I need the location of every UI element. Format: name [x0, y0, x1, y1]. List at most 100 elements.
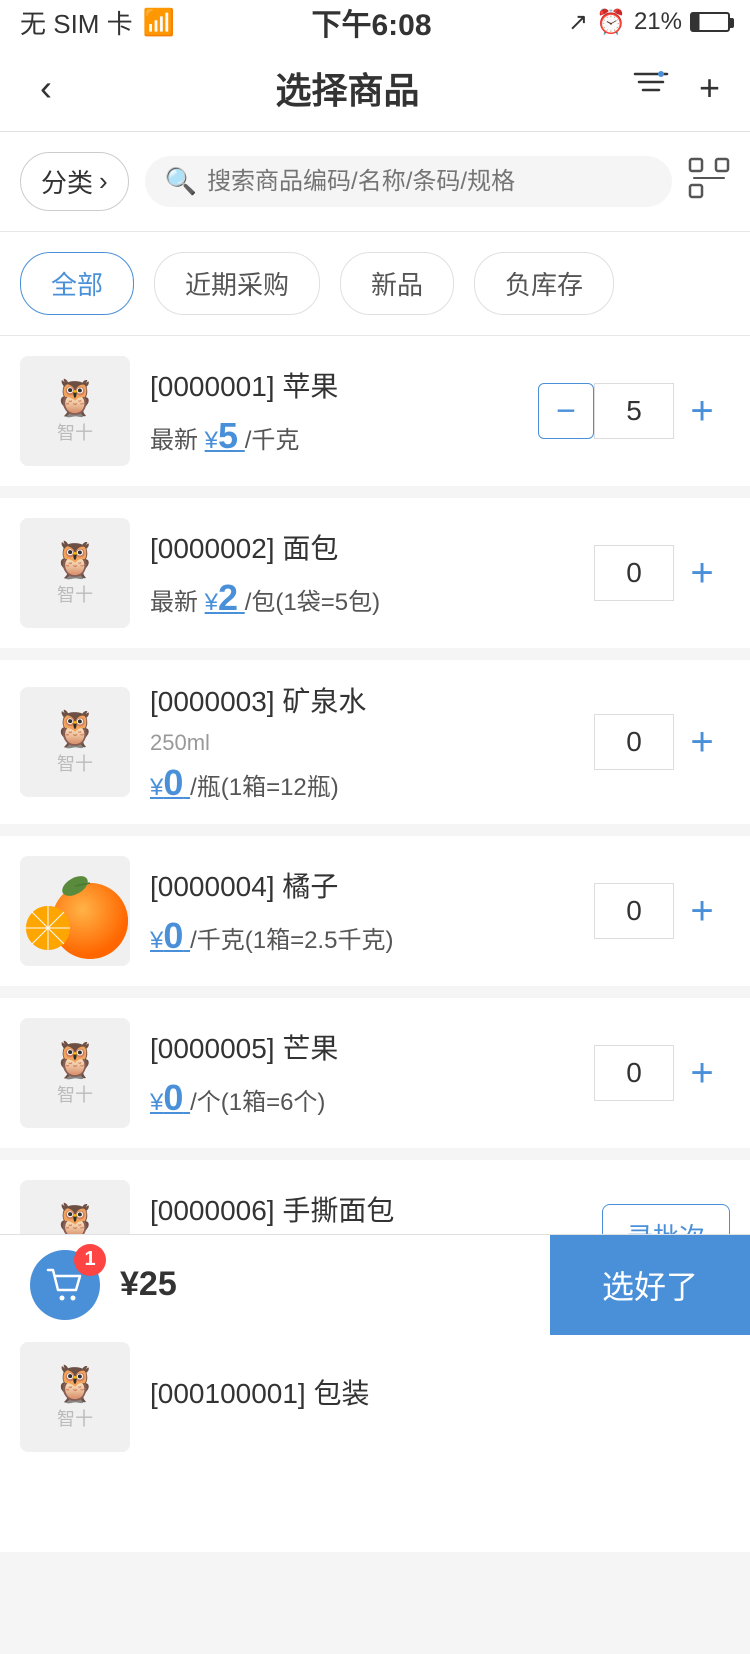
quantity-input-0000002[interactable]: [594, 545, 674, 601]
product-item-000100001: 🦉 智十 [000100001] 包装: [0, 1322, 750, 1552]
price-unit: /千克: [245, 427, 300, 454]
product-name-0000005: [0000005] 芒果: [150, 1027, 574, 1067]
price-number: 2: [218, 577, 238, 618]
quantity-plus-0000005[interactable]: +: [674, 1045, 730, 1101]
product-image-0000003: 🦉 智十: [20, 687, 130, 797]
product-info-0000005: [0000005] 芒果 ¥0 /个(1箱=6个): [130, 1027, 594, 1119]
product-name-0000002: [0000002] 面包: [150, 527, 574, 567]
product-item-0000001: 🦉 智十 [0000001] 苹果 最新 ¥5 /千克 − +: [0, 336, 750, 486]
category-arrow: ›: [99, 166, 108, 197]
wifi-icon: 📶: [143, 7, 175, 38]
status-left: 无 SIM 卡 📶: [20, 4, 175, 41]
currency-symbol: ¥: [150, 927, 163, 954]
owl-icon: 🦉: [53, 377, 98, 419]
currency-symbol: ¥: [150, 774, 163, 801]
cart-button[interactable]: 1: [30, 1250, 100, 1320]
product-name-0000003: [0000003] 矿泉水: [150, 680, 574, 720]
back-button[interactable]: ‹: [30, 57, 62, 119]
price-unit: /包(1袋=5包): [245, 589, 380, 616]
product-list: 🦉 智十 [0000001] 苹果 最新 ¥5 /千克 − + 🦉: [0, 336, 750, 1552]
quantity-control-0000001: − +: [538, 383, 730, 439]
search-icon: 🔍: [165, 166, 197, 197]
battery-percent: 21%: [634, 8, 682, 36]
currency-symbol: ¥: [150, 1089, 163, 1116]
quantity-control-0000003: +: [594, 714, 730, 770]
carrier-text: 无 SIM 卡: [20, 4, 133, 41]
location-icon: ↗: [568, 8, 588, 37]
product-image-0000005: 🦉 智十: [20, 1018, 130, 1128]
owl-label: 智十: [57, 419, 93, 445]
quantity-control-0000005: +: [594, 1045, 730, 1101]
product-info-0000004: [0000004] 橘子 ¥0 /千克(1箱=2.5千克): [130, 865, 594, 957]
quantity-control-0000004: +: [594, 883, 730, 939]
nav-actions: +: [633, 67, 720, 109]
quantity-plus-0000002[interactable]: +: [674, 545, 730, 601]
battery-icon: [690, 12, 730, 32]
product-item-0000005: 🦉 智十 [0000005] 芒果 ¥0 /个(1箱=6个) +: [0, 998, 750, 1148]
filter-button[interactable]: [633, 67, 669, 109]
owl-icon: 🦉: [53, 1039, 98, 1081]
tab-new[interactable]: 新品: [340, 252, 454, 315]
owl-label: 智十: [57, 581, 93, 607]
bottom-bar: 1 ¥25 选好了: [0, 1234, 750, 1334]
quantity-input-0000003[interactable]: [594, 714, 674, 770]
product-image-0000002: 🦉 智十: [20, 518, 130, 628]
owl-icon: 🦉: [53, 1363, 98, 1405]
search-box: 🔍: [145, 156, 672, 207]
product-name-0000001: [0000001] 苹果: [150, 365, 518, 405]
quantity-minus-0000001[interactable]: −: [538, 383, 594, 439]
price-label: 最新: [150, 427, 205, 454]
tab-recent[interactable]: 近期采购: [154, 252, 320, 315]
quantity-input-0000005[interactable]: [594, 1045, 674, 1101]
search-area: 分类 › 🔍: [0, 132, 750, 232]
nav-bar: ‹ 选择商品 +: [0, 44, 750, 132]
owl-icon: 🦉: [53, 539, 98, 581]
add-button[interactable]: +: [699, 67, 720, 109]
product-name-0000006: [0000006] 手撕面包: [150, 1189, 582, 1229]
tab-all[interactable]: 全部: [20, 252, 134, 315]
quantity-plus-0000001[interactable]: +: [674, 383, 730, 439]
alarm-icon: ⏰: [596, 8, 626, 37]
price-number: 0: [163, 762, 183, 803]
product-price-0000005: ¥0 /个(1箱=6个): [150, 1077, 574, 1119]
search-input[interactable]: [207, 168, 652, 196]
product-price-0000002: 最新 ¥2 /包(1袋=5包): [150, 577, 574, 619]
product-info-0000002: [0000002] 面包 最新 ¥2 /包(1袋=5包): [130, 527, 594, 619]
price-value: ¥0: [150, 1089, 190, 1116]
owl-label: 智十: [57, 1405, 93, 1431]
price-unit: /个(1箱=6个): [190, 1089, 325, 1116]
confirm-button[interactable]: 选好了: [550, 1235, 750, 1335]
quantity-input-0000001[interactable]: [594, 383, 674, 439]
price-unit: /千克(1箱=2.5千克): [190, 927, 393, 954]
status-bar: 无 SIM 卡 📶 下午6:08 ↗ ⏰ 21%: [0, 0, 750, 44]
filter-tabs: 全部 近期采购 新品 负库存: [0, 232, 750, 336]
price-value: ¥0: [150, 774, 190, 801]
product-price-0000003: ¥0 /瓶(1箱=12瓶): [150, 762, 574, 804]
product-item-0000004: [0000004] 橘子 ¥0 /千克(1箱=2.5千克) +: [0, 836, 750, 986]
status-time: 下午6:08: [311, 0, 431, 44]
quantity-plus-0000004[interactable]: +: [674, 883, 730, 939]
owl-label: 智十: [57, 1081, 93, 1107]
product-info-0000001: [0000001] 苹果 最新 ¥5 /千克: [130, 365, 538, 457]
product-image-0000001: 🦉 智十: [20, 356, 130, 466]
category-button[interactable]: 分类 ›: [20, 152, 129, 211]
currency-symbol: ¥: [205, 427, 218, 454]
product-name-0000004: [0000004] 橘子: [150, 865, 574, 905]
price-value: ¥0: [150, 927, 190, 954]
product-price-0000001: 最新 ¥5 /千克: [150, 415, 518, 457]
page-title: 选择商品: [275, 62, 419, 114]
product-image-000100001: 🦉 智十: [20, 1342, 130, 1452]
tab-negative[interactable]: 负库存: [474, 252, 614, 315]
status-right: ↗ ⏰ 21%: [568, 8, 730, 37]
price-value: ¥2: [205, 589, 245, 616]
price-number: 0: [163, 915, 183, 956]
cart-section: 1 ¥25: [0, 1250, 550, 1320]
quantity-input-0000004[interactable]: [594, 883, 674, 939]
scan-button[interactable]: [688, 157, 730, 207]
price-unit: /瓶(1箱=12瓶): [190, 774, 339, 801]
price-number: 0: [163, 1077, 183, 1118]
product-info-0000003: [0000003] 矿泉水 250ml ¥0 /瓶(1箱=12瓶): [130, 680, 594, 804]
category-label: 分类: [41, 163, 93, 200]
quantity-plus-0000003[interactable]: +: [674, 714, 730, 770]
owl-icon: 🦉: [53, 708, 98, 750]
